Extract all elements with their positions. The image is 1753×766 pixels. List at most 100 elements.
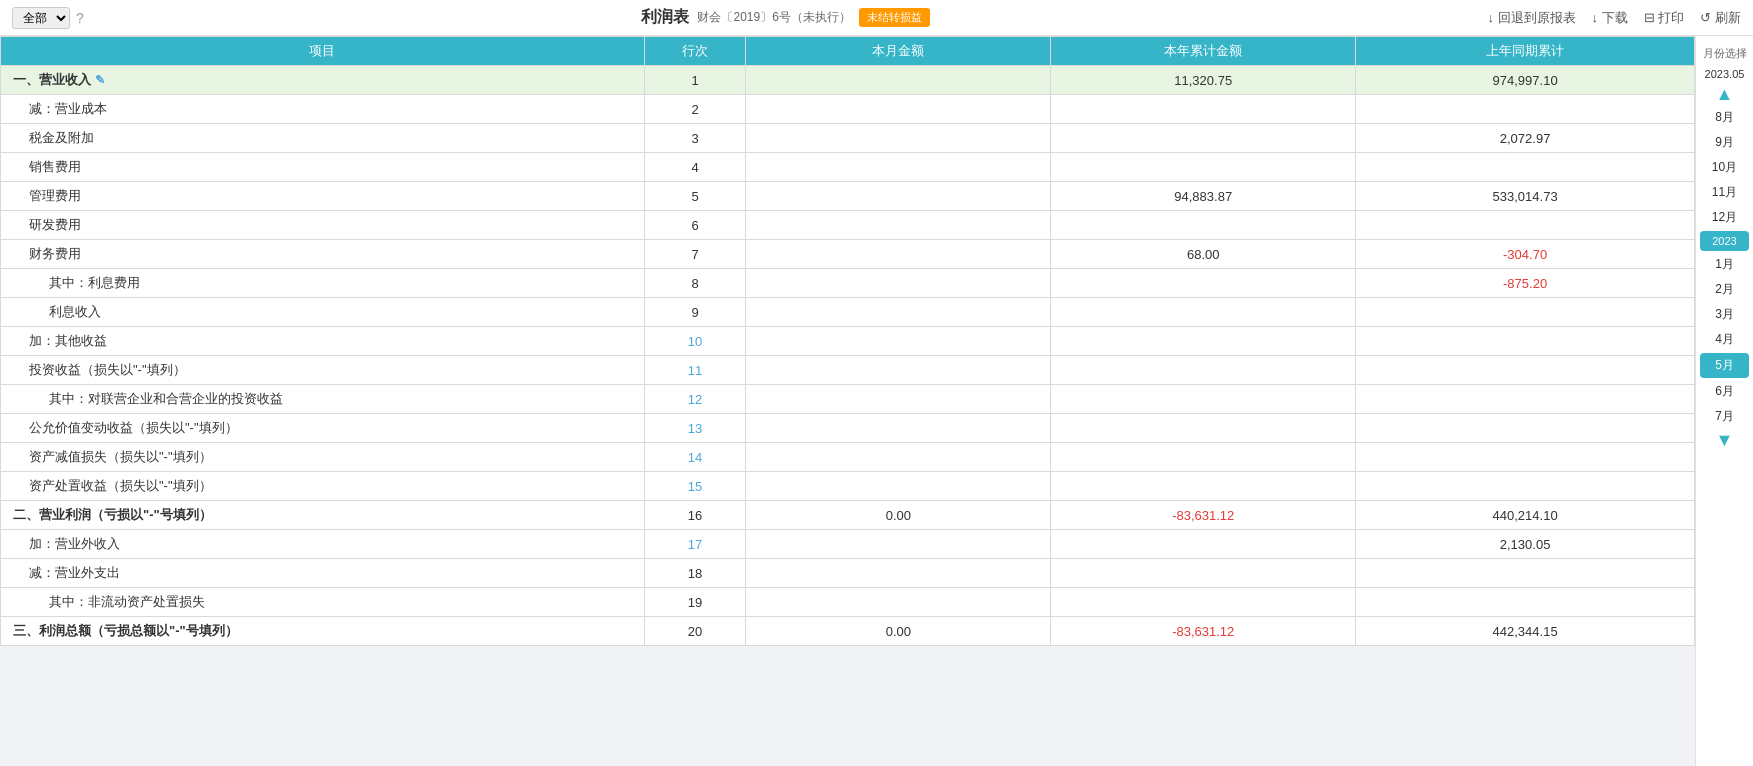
table-row: 其中：利息费用8-875.20 [1,269,1695,298]
table-body: 一、营业收入 ✎111,320.75974,997.10减：营业成本2税金及附加… [1,66,1695,646]
cell-row-num: 3 [644,124,746,153]
table-row: 减：营业成本2 [1,95,1695,124]
month-item[interactable]: 8月 [1696,105,1753,130]
cell-year: 68.00 [1051,240,1356,269]
cell-month [746,298,1051,327]
cell-row-num: 9 [644,298,746,327]
table-row: 利息收入9 [1,298,1695,327]
top-bar-left: 全部 ? [12,7,84,29]
download-button[interactable]: ↓ 下载 [1592,9,1628,27]
cell-year: -83,631.12 [1051,617,1356,646]
cell-row-num: 1 [644,66,746,95]
title-area: 利润表 财会〔2019〕6号（未执行） 未结转损益 [641,7,929,28]
cell-row-num: 19 [644,588,746,617]
cell-year [1051,385,1356,414]
month-item[interactable]: 7月 [1696,404,1753,429]
cell-prev: 2,072.97 [1356,124,1695,153]
cell-year [1051,588,1356,617]
cell-row-num[interactable]: 14 [644,443,746,472]
back-button[interactable]: ↓ 回退到原报表 [1487,9,1575,27]
cell-item: 其中：利息费用 [1,269,645,298]
cell-item: 财务费用 [1,240,645,269]
month-item[interactable]: 4月 [1696,327,1753,352]
cell-prev [1356,211,1695,240]
month-up-arrow[interactable]: ▲ [1716,83,1734,105]
month-item[interactable]: 6月 [1696,379,1753,404]
cell-prev: 440,214.10 [1356,501,1695,530]
scope-dropdown[interactable]: 全部 [12,7,70,29]
month-list: 8月9月10月11月12月20231月2月3月4月5月6月7月 [1696,105,1753,429]
cell-row-num[interactable]: 17 [644,530,746,559]
table-header-row: 项目 行次 本月金额 本年累计金额 上年同期累计 [1,37,1695,66]
cell-month [746,153,1051,182]
refresh-button[interactable]: ↺ 刷新 [1700,9,1741,27]
month-down-arrow[interactable]: ▼ [1716,429,1734,451]
cell-row-num: 5 [644,182,746,211]
profit-table: 项目 行次 本月金额 本年累计金额 上年同期累计 一、营业收入 ✎1 11,320… [0,36,1695,646]
edit-icon[interactable]: ✎ [95,73,105,87]
top-bar-actions: ↓ 回退到原报表 ↓ 下载 ⊟ 打印 ↺ 刷新 [1487,9,1741,27]
cell-year [1051,95,1356,124]
cell-row-num[interactable]: 15 [644,472,746,501]
month-item[interactable]: 11月 [1696,180,1753,205]
month-item[interactable]: 1月 [1696,252,1753,277]
table-row: 加：其他收益10 [1,327,1695,356]
month-item[interactable]: 9月 [1696,130,1753,155]
cell-row-num[interactable]: 11 [644,356,746,385]
cell-month [746,269,1051,298]
month-item[interactable]: 10月 [1696,155,1753,180]
cell-row-num: 8 [644,269,746,298]
header-item: 项目 [1,37,645,66]
side-panel-title: 月份选择 [1703,40,1747,65]
table-row: 研发费用6 [1,211,1695,240]
page-title: 利润表 [641,7,689,28]
table-row: 公允价值变动收益（损失以"-"填列）13 [1,414,1695,443]
table-row: 其中：非流动资产处置损失19 [1,588,1695,617]
cell-month [746,530,1051,559]
cell-month [746,414,1051,443]
header-row-num: 行次 [644,37,746,66]
table-row: 税金及附加32,072.97 [1,124,1695,153]
table-area: 项目 行次 本月金额 本年累计金额 上年同期累计 一、营业收入 ✎1 11,320… [0,36,1695,766]
table-row: 销售费用4 [1,153,1695,182]
cell-item: 研发费用 [1,211,645,240]
cell-prev [1356,588,1695,617]
month-item[interactable]: 12月 [1696,205,1753,230]
cell-prev [1356,414,1695,443]
cell-month [746,443,1051,472]
month-year-badge[interactable]: 2023 [1700,231,1749,251]
cell-item: 利息收入 [1,298,645,327]
cell-year: 11,320.75 [1051,66,1356,95]
cell-item: 加：营业外收入 [1,530,645,559]
cell-prev: 2,130.05 [1356,530,1695,559]
table-row: 加：营业外收入17 2,130.05 [1,530,1695,559]
cell-prev: 974,997.10 [1356,66,1695,95]
cell-item: 资产处置收益（损失以"-"填列） [1,472,645,501]
month-item[interactable]: 3月 [1696,302,1753,327]
cell-year [1051,559,1356,588]
print-button[interactable]: ⊟ 打印 [1644,9,1685,27]
cell-row-num: 20 [644,617,746,646]
cell-prev [1356,559,1695,588]
cell-month: 0.00 [746,501,1051,530]
cell-item: 一、营业收入 ✎ [1,66,645,95]
cell-prev: -304.70 [1356,240,1695,269]
cell-year [1051,153,1356,182]
cell-row-num[interactable]: 12 [644,385,746,414]
cell-row-num[interactable]: 13 [644,414,746,443]
cell-prev [1356,298,1695,327]
month-item[interactable]: 5月 [1700,353,1749,378]
side-year-display: 2023.05 [1705,65,1745,83]
cell-prev [1356,385,1695,414]
page-subtitle: 财会〔2019〕6号（未执行） [697,9,850,26]
cell-item: 投资收益（损失以"-"填列） [1,356,645,385]
table-row: 二、营业利润（亏损以"-"号填列）160.00-83,631.12440,214… [1,501,1695,530]
cell-item: 其中：非流动资产处置损失 [1,588,645,617]
help-icon[interactable]: ? [76,10,84,26]
table-row: 一、营业收入 ✎1 11,320.75974,997.10 [1,66,1695,95]
month-item[interactable]: 2月 [1696,277,1753,302]
cell-item: 公允价值变动收益（损失以"-"填列） [1,414,645,443]
cell-row-num[interactable]: 10 [644,327,746,356]
cell-month [746,356,1051,385]
cell-prev [1356,327,1695,356]
